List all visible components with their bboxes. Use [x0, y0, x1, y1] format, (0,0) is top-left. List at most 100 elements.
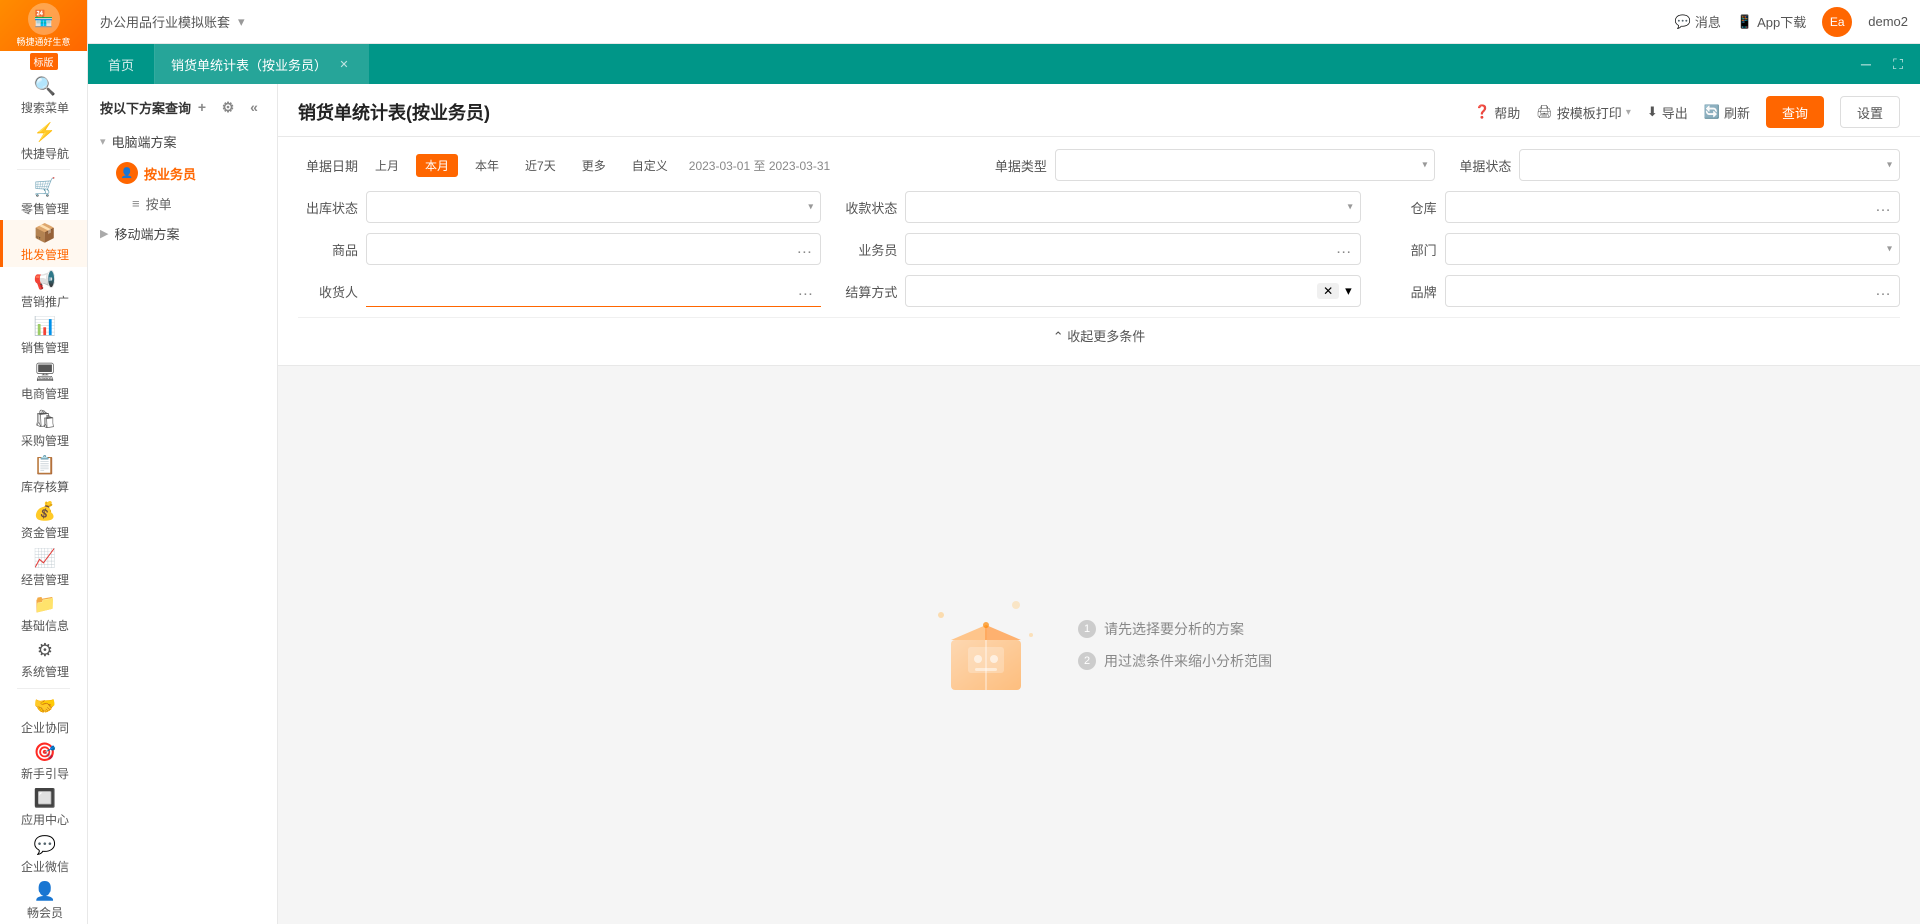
- brand-label: 品牌: [1377, 282, 1437, 301]
- refresh-label: 刷新: [1724, 103, 1750, 122]
- lp-subchild-by-order[interactable]: ≡ 按单: [88, 189, 277, 218]
- out-status-box[interactable]: [366, 191, 821, 223]
- settlement-tag[interactable]: ✕: [1317, 283, 1339, 299]
- lp-settings-button[interactable]: ⚙: [217, 96, 239, 118]
- date-shortcut-custom[interactable]: 自定义: [623, 154, 677, 177]
- filter-row-3: 商品 … 业务员 … 部门: [298, 233, 1900, 265]
- collapse-bar[interactable]: ⌃ 收起更多条件: [298, 317, 1900, 353]
- sidebar-item-wholesale[interactable]: 📦 批发管理: [0, 220, 88, 266]
- date-shortcut-7days[interactable]: 近7天: [516, 154, 565, 177]
- lp-tree-mobile[interactable]: ▶ 移动端方案: [88, 218, 277, 249]
- settlement-select[interactable]: ✕ ▾: [905, 275, 1360, 307]
- sidebar-item-retail[interactable]: 🛒 零售管理: [0, 174, 88, 220]
- sidebar-item-appcenter[interactable]: 🔲 应用中心: [0, 785, 88, 831]
- sidebar-item-search[interactable]: 🔍 搜索菜单: [0, 72, 88, 118]
- lp-child-by-salesman[interactable]: 👤 按业务员: [88, 157, 277, 189]
- empty-tips: 1 请先选择要分析的方案 2 用过滤条件来缩小分析范围: [1078, 619, 1272, 671]
- content-area: 按以下方案查询 + ⚙ « ▾ 电脑端方案 👤 按业务员 ≡ 按单: [88, 84, 1920, 924]
- sidebar-item-sales[interactable]: 📊 销售管理: [0, 313, 88, 359]
- app-download-action[interactable]: 📱 App下载: [1737, 12, 1806, 31]
- sidebar-item-search-label: 搜索菜单: [21, 99, 69, 116]
- filter-row-2: 出库状态 ▾ 收款状态 ▾ 仓库: [298, 191, 1900, 223]
- tab-expand-button[interactable]: ⛶: [1884, 50, 1912, 78]
- receive-status-select[interactable]: ▾: [905, 191, 1360, 223]
- topbar-actions: 💬 消息 📱 App下载 Ea demo2: [1675, 7, 1908, 37]
- print-label: 按模板打印: [1557, 103, 1622, 122]
- retail-icon: 🛒: [34, 177, 56, 198]
- sidebar-item-newuser-label: 新手引导: [21, 765, 69, 782]
- query-button[interactable]: 查询: [1766, 96, 1824, 128]
- lp-tree-pc[interactable]: ▾ 电脑端方案: [88, 126, 277, 157]
- export-button[interactable]: ⬇ 导出: [1647, 103, 1688, 122]
- app-logo[interactable]: 🏪 畅捷通好生意: [0, 0, 88, 51]
- department-box[interactable]: [1445, 233, 1900, 265]
- receive-status-box[interactable]: [905, 191, 1360, 223]
- doc-status-select[interactable]: ▾: [1519, 149, 1900, 181]
- doc-status-box[interactable]: [1519, 149, 1900, 181]
- receiver-label: 收货人: [298, 282, 358, 301]
- tab-close-button[interactable]: ✕: [335, 55, 353, 73]
- sidebar-item-marketing[interactable]: 📢 营销推广: [0, 267, 88, 313]
- refresh-button[interactable]: 🔄 刷新: [1704, 103, 1750, 122]
- tabbar-right: ─ ⛶: [1852, 44, 1920, 84]
- sidebar-item-newuser[interactable]: 🎯 新手引导: [0, 739, 88, 785]
- refresh-icon: 🔄: [1704, 104, 1720, 120]
- date-shortcut-group: 上月 本月 本年 近7天 更多 自定义 2023-03-01 至 2023-03…: [366, 154, 971, 177]
- date-shortcut-this-month[interactable]: 本月: [416, 154, 458, 177]
- settings-button[interactable]: 设置: [1840, 96, 1900, 128]
- export-icon: ⬇: [1647, 104, 1658, 120]
- brand-select[interactable]: …: [1445, 275, 1900, 307]
- lp-tree-mobile-label: 移动端方案: [114, 224, 179, 243]
- sidebar-item-shortcut[interactable]: ⚡ 快捷导航: [0, 119, 88, 165]
- tip-num-2: 2: [1078, 652, 1096, 670]
- tip-text-2: 用过滤条件来缩小分析范围: [1104, 651, 1272, 671]
- print-button[interactable]: 🖨 按模板打印 ▾: [1536, 103, 1631, 122]
- lp-add-button[interactable]: +: [191, 96, 213, 118]
- empty-illustration: [926, 585, 1046, 705]
- doc-type-box[interactable]: [1055, 149, 1436, 181]
- empty-tip-1: 1 请先选择要分析的方案: [1078, 619, 1272, 639]
- app-tag: 标版: [30, 53, 58, 70]
- warehouse-select[interactable]: …: [1445, 191, 1900, 223]
- user-avatar[interactable]: Ea: [1822, 7, 1852, 37]
- sidebar-item-basic[interactable]: 📁 基础信息: [0, 591, 88, 637]
- sidebar-item-inventory[interactable]: 📋 库存核算: [0, 452, 88, 498]
- sidebar-item-finance[interactable]: 💰 资金管理: [0, 498, 88, 544]
- topbar-dropdown-icon[interactable]: ▾: [238, 14, 245, 30]
- help-button[interactable]: ❓ 帮助: [1474, 103, 1520, 122]
- out-status-select[interactable]: ▾: [366, 191, 821, 223]
- doc-type-select[interactable]: ▾: [1055, 149, 1436, 181]
- user-name[interactable]: demo2: [1868, 14, 1908, 29]
- sidebar-item-ecommerce[interactable]: 🖥 电商管理: [0, 359, 88, 405]
- date-shortcut-this-year[interactable]: 本年: [466, 154, 508, 177]
- sidebar-item-retail-label: 零售管理: [21, 200, 69, 217]
- tab-sales-stat[interactable]: 销货单统计表（按业务员） ✕: [155, 44, 369, 84]
- goods-select[interactable]: …: [366, 233, 821, 265]
- tab-home[interactable]: 首页: [88, 44, 155, 84]
- enterprise-icon: 🤝: [34, 696, 56, 717]
- salesman-select[interactable]: …: [905, 233, 1360, 265]
- lp-child-salesman-label: 按业务员: [144, 164, 196, 183]
- settlement-label: 结算方式: [837, 282, 897, 301]
- receiver-input[interactable]: …: [366, 275, 821, 307]
- sidebar-item-system[interactable]: ⚙ 系统管理: [0, 637, 88, 683]
- left-panel-title: 按以下方案查询: [100, 98, 191, 117]
- lp-collapse-button[interactable]: «: [243, 96, 265, 118]
- sidebar-item-purchase[interactable]: 🛍 采购管理: [0, 406, 88, 452]
- department-select[interactable]: ▾: [1445, 233, 1900, 265]
- brand-ellipsis: …: [1875, 282, 1891, 300]
- tab-minimize-button[interactable]: ─: [1852, 50, 1880, 78]
- system-icon: ⚙: [37, 640, 53, 661]
- message-action[interactable]: 💬 消息: [1675, 12, 1721, 31]
- sidebar-item-purchase-label: 采购管理: [21, 432, 69, 449]
- date-shortcut-prev-month[interactable]: 上月: [366, 154, 408, 177]
- sidebar-item-member[interactable]: 👤 畅会员: [0, 878, 88, 924]
- sidebar-item-wechat[interactable]: 💬 企业微信: [0, 831, 88, 877]
- date-shortcut-more[interactable]: 更多: [573, 154, 615, 177]
- print-icon: 🖨: [1536, 104, 1553, 120]
- order-icon: ≡: [132, 196, 140, 211]
- sidebar-item-operations[interactable]: 📈 经营管理: [0, 545, 88, 591]
- doc-status-label: 单据状态: [1451, 156, 1511, 175]
- sidebar-item-enterprise[interactable]: 🤝 企业协同: [0, 692, 88, 738]
- sidebar-item-system-label: 系统管理: [21, 663, 69, 680]
